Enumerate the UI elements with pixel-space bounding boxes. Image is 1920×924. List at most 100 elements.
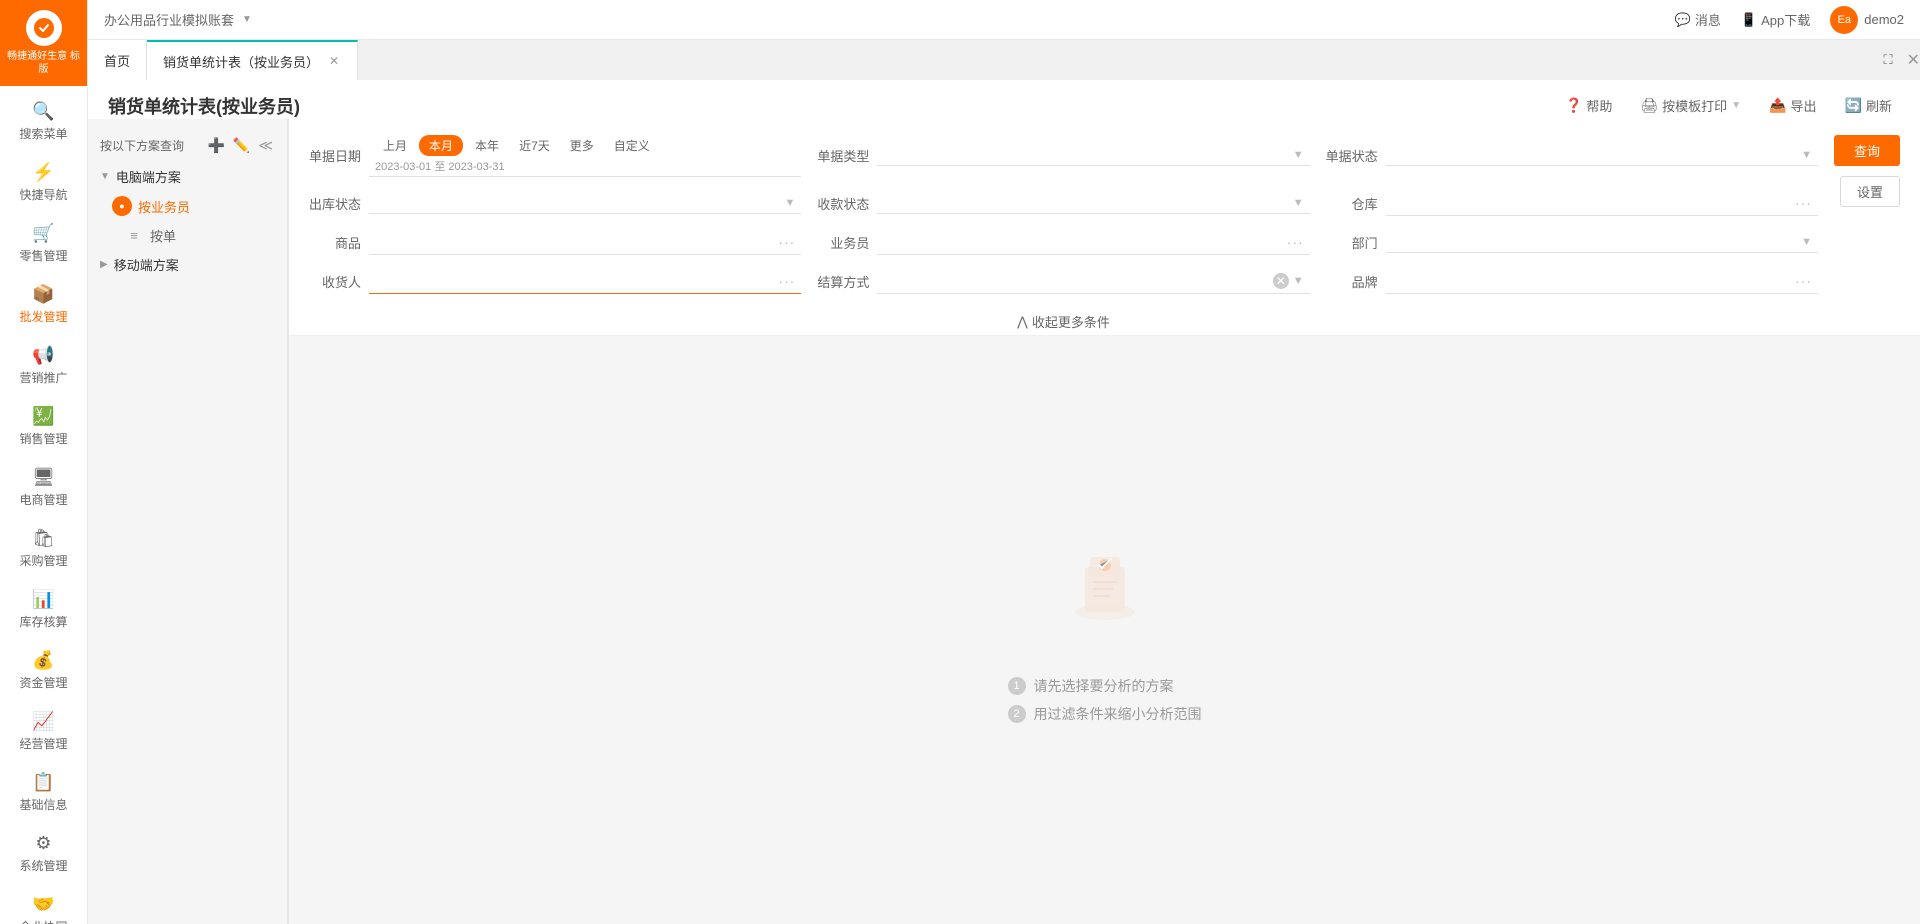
refresh-label: 刷新 — [1866, 96, 1892, 115]
left-panel: 按以下方案查询 ➕ ✏️ ≪ ▼ 电脑端方案 ● 按业务员 — [88, 119, 288, 924]
ecommerce-icon: 🖥 — [32, 467, 55, 488]
tree-child-by-staff-label: 按业务员 — [138, 197, 190, 216]
brand-dots-icon: ··· — [1795, 273, 1812, 289]
query-btn[interactable]: 查询 — [1834, 135, 1900, 166]
print-dropdown-icon[interactable]: ▼ — [1731, 100, 1741, 111]
message-icon: 💬 — [1675, 12, 1691, 28]
receiver-dots-icon: ··· — [778, 273, 795, 289]
tree-item-mobile-label: 移动端方案 — [114, 255, 179, 274]
warehouse-control[interactable]: ··· — [1386, 191, 1818, 216]
out-status-control[interactable]: ▼ — [369, 193, 801, 214]
sidebar-item-marketing[interactable]: 📢 营销推广 — [0, 335, 87, 396]
date-tab-this-month[interactable]: 本月 — [419, 135, 463, 156]
user-info[interactable]: Ea demo2 — [1830, 6, 1904, 34]
export-btn[interactable]: 📤 导出 — [1761, 92, 1824, 119]
doc-type-control[interactable]: ▼ — [877, 145, 1309, 166]
sidebar-item-inventory[interactable]: 📊 库存核算 — [0, 579, 87, 640]
filter-btns: 查询 设置 — [1818, 133, 1900, 335]
collapse-panel-btn[interactable]: ≪ — [256, 135, 275, 156]
field-item-out-status: 出库状态 ▼ — [309, 193, 801, 214]
sidebar-item-corp[interactable]: 🤝 企业协同 — [0, 884, 87, 924]
goods-control[interactable]: ··· — [369, 230, 801, 255]
logo-text: 畅捷通好生意 标版 — [5, 50, 82, 76]
settlement-control[interactable]: ✕ ▼ — [877, 269, 1309, 294]
active-dot: ● — [112, 196, 132, 216]
department-control[interactable]: ▼ — [1386, 232, 1818, 253]
refresh-icon: 🔄 — [1845, 97, 1862, 114]
sidebar-item-quick-nav[interactable]: ⚡ 快捷导航 — [0, 152, 87, 213]
system-icon: ⚙ — [35, 833, 51, 854]
date-tab-7days[interactable]: 近7天 — [511, 135, 558, 156]
settings-btn[interactable]: 设置 — [1840, 176, 1900, 207]
payment-status-control[interactable]: ▼ — [877, 193, 1309, 214]
sidebar-item-purchase[interactable]: 🛍 采购管理 — [0, 518, 87, 579]
print-label: 按模板打印 — [1662, 96, 1727, 115]
sidebar-item-label: 批发管理 — [19, 308, 67, 325]
topbar-right: 💬 消息 📱 App下载 Ea demo2 — [1675, 6, 1904, 34]
receiver-label: 收货人 — [309, 272, 361, 291]
tree-arrow-down: ▼ — [100, 171, 110, 182]
empty-state: 1 请先选择要分析的方案 2 用过滤条件来缩小分析范围 — [289, 477, 1920, 784]
sidebar-item-finance[interactable]: 💰 资金管理 — [0, 640, 87, 701]
tab-home[interactable]: 首页 — [88, 40, 147, 80]
tree-item-mobile[interactable]: ▶ 移动端方案 — [88, 250, 287, 279]
sidebar-item-wholesale[interactable]: 📦 批发管理 — [0, 274, 87, 335]
receiver-control[interactable]: ··· — [369, 269, 801, 294]
retail-icon: 🛒 — [32, 223, 54, 244]
sidebar-item-search[interactable]: 🔍 搜索菜单 — [0, 91, 87, 152]
filter-row-4: 收货人 ··· 结算方式 — [309, 269, 1818, 294]
filter-panel-inner: 单据日期 上月 本月 本年 近7天 更多 自定义 — [309, 133, 1900, 335]
date-tab-last-month[interactable]: 上月 — [375, 135, 415, 156]
app-download-btn[interactable]: 📱 App下载 — [1741, 10, 1810, 29]
settlement-controls: ✕ ▼ — [1273, 273, 1304, 289]
tree-child-by-staff[interactable]: ● 按业务员 — [112, 191, 287, 221]
brand-control[interactable]: ··· — [1386, 269, 1818, 294]
page-actions: ❓ 帮助 🖨 按模板打印 ▼ 📤 导出 🔄 刷新 — [1557, 92, 1900, 119]
field-item-brand: 品牌 ··· — [1326, 269, 1818, 294]
settlement-clear-btn[interactable]: ✕ — [1273, 273, 1289, 289]
doc-status-label: 单据状态 — [1326, 146, 1378, 165]
edit-scheme-btn[interactable]: ✏️ — [231, 135, 252, 156]
date-range-display: 2023-03-01 至 2023-03-31 — [375, 158, 795, 174]
title-dropdown-icon[interactable]: ▼ — [242, 14, 252, 25]
tab-sales-stat[interactable]: 销货单统计表（按业务员） ✕ — [147, 40, 358, 80]
doc-type-dropdown-icon: ▼ — [1293, 149, 1304, 161]
sidebar-item-operations[interactable]: 📈 经营管理 — [0, 701, 87, 762]
date-tab-this-year[interactable]: 本年 — [467, 135, 507, 156]
help-btn[interactable]: ❓ 帮助 — [1557, 92, 1620, 119]
staff-control[interactable]: ··· — [877, 230, 1309, 255]
sidebar-item-ecommerce[interactable]: 🖥 电商管理 — [0, 457, 87, 518]
empty-tip-2: 2 用过滤条件来缩小分析范围 — [1008, 704, 1202, 724]
sidebar-item-system[interactable]: ⚙ 系统管理 — [0, 823, 87, 884]
messages-btn[interactable]: 💬 消息 — [1675, 10, 1721, 29]
sidebar-item-sales[interactable]: 💹 销售管理 — [0, 396, 87, 457]
doc-date-control[interactable]: 上月 本月 本年 近7天 更多 自定义 2023-03-01 至 2023-03… — [369, 133, 801, 177]
corp-icon: 🤝 — [32, 894, 54, 915]
marketing-icon: 📢 — [32, 345, 54, 366]
sidebar-item-retail[interactable]: 🛒 零售管理 — [0, 213, 87, 274]
payment-status-label: 收款状态 — [817, 194, 869, 213]
settlement-dropdown-icon: ▼ — [1293, 275, 1304, 287]
sub-item-by-order[interactable]: ≡ 按单 — [112, 221, 287, 250]
tree-item-pc[interactable]: ▼ 电脑端方案 — [88, 162, 287, 191]
tab-maximize-btn[interactable]: ⛶ — [1873, 40, 1902, 80]
collapse-btn[interactable]: ⋀ 收起更多条件 — [1005, 308, 1122, 335]
page-wrapper: 销货单统计表(按业务员) ❓ 帮助 🖨 按模板打印 ▼ 📤 导出 🔄 刷新 — [88, 80, 1920, 924]
tree-child-pc: ● 按业务员 ≡ 按单 — [88, 191, 287, 250]
field-item-settlement: 结算方式 ✕ ▼ — [817, 269, 1309, 294]
print-btn[interactable]: 🖨 按模板打印 ▼ — [1632, 92, 1749, 119]
goods-label: 商品 — [309, 233, 361, 252]
tab-close-btn[interactable]: ✕ — [327, 52, 341, 70]
doc-status-control[interactable]: ▼ — [1386, 145, 1818, 166]
sidebar-item-basic[interactable]: 📋 基础信息 — [0, 762, 87, 823]
filter-row-2: 出库状态 ▼ 收款状态 — [309, 191, 1818, 216]
date-tabs-row: 上月 本月 本年 近7天 更多 自定义 — [375, 135, 795, 156]
date-tab-more[interactable]: 更多 — [562, 135, 602, 156]
refresh-btn[interactable]: 🔄 刷新 — [1837, 92, 1900, 119]
sidebar-item-label: 经营管理 — [19, 735, 67, 752]
add-scheme-btn[interactable]: ➕ — [205, 135, 226, 156]
tab-close-window-btn[interactable]: ✕ — [1907, 40, 1920, 80]
panel-icons: ➕ ✏️ ≪ — [205, 135, 275, 156]
date-tab-custom[interactable]: 自定义 — [606, 135, 658, 156]
panel-header: 按以下方案查询 ➕ ✏️ ≪ — [88, 129, 287, 162]
